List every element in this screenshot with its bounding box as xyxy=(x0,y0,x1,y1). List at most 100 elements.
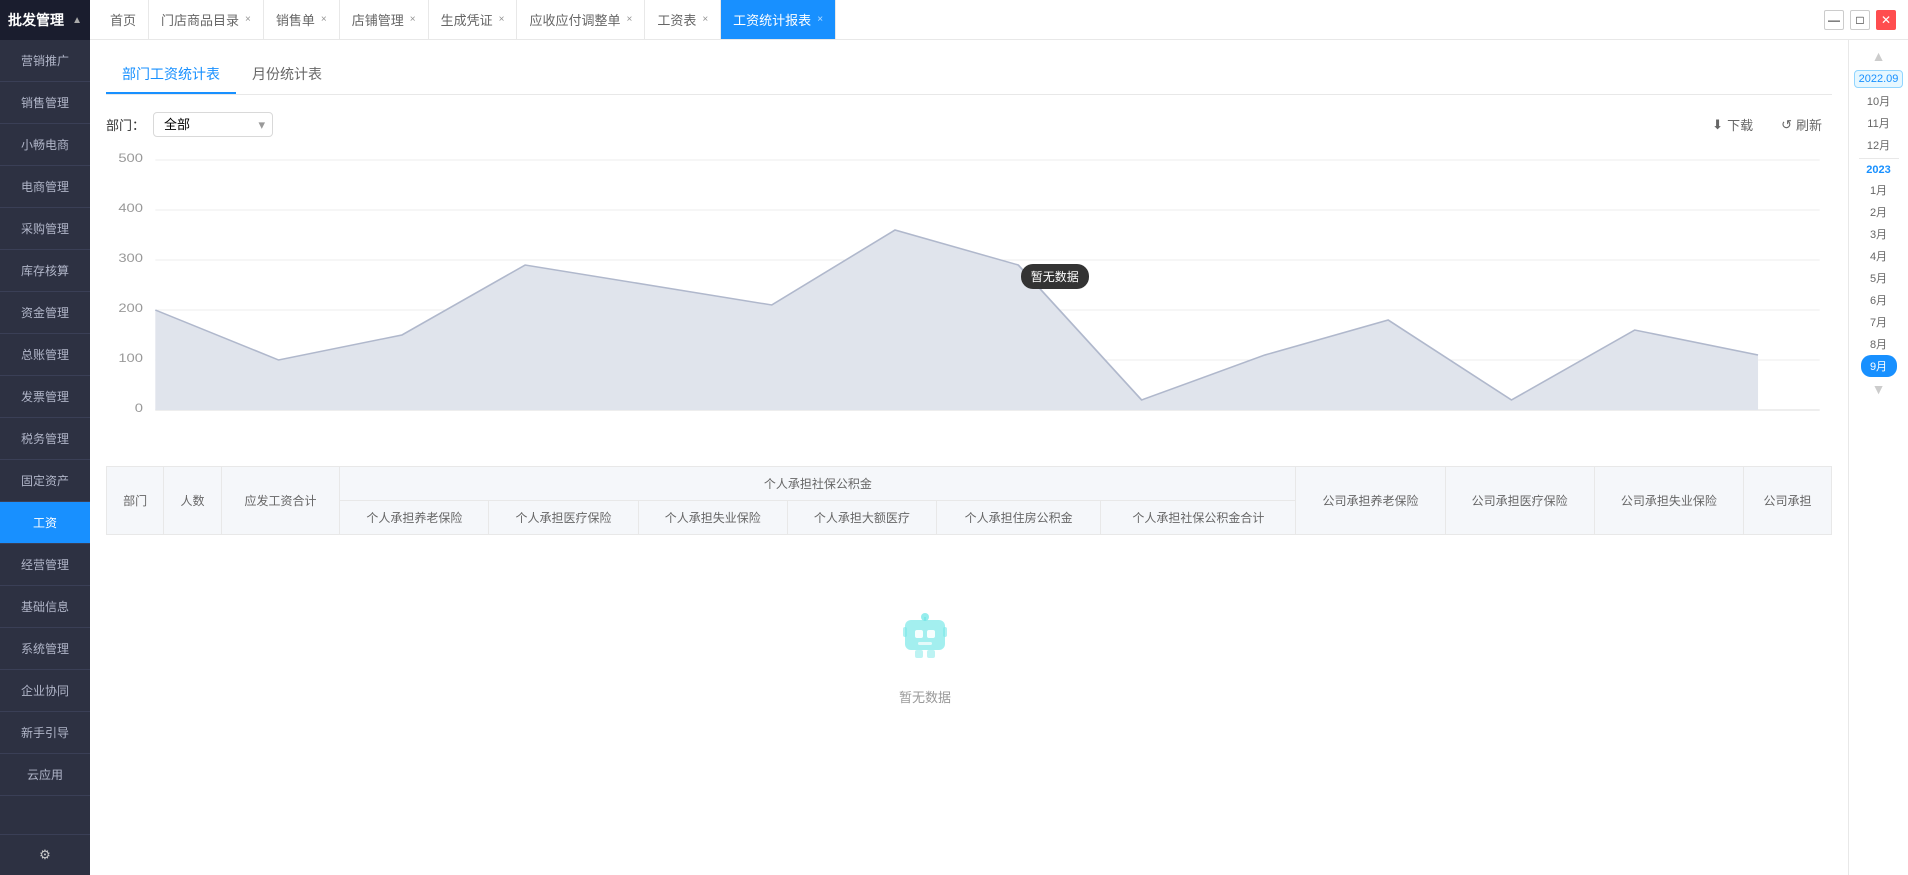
timeline-month-7[interactable]: 7月 xyxy=(1849,311,1908,333)
department-select[interactable]: 全部销售部采购部财务部行政部 xyxy=(153,112,273,137)
minimize-button[interactable]: — xyxy=(1824,10,1844,30)
sidebar-item-6[interactable]: 资金管理 xyxy=(0,292,90,334)
sidebar-item-5[interactable]: 库存核算 xyxy=(0,250,90,292)
sidebar-arrow-icon: ▲ xyxy=(72,15,82,26)
tab-7[interactable]: 工资统计报表× xyxy=(721,0,836,39)
window-controls: — □ ✕ xyxy=(1824,10,1900,30)
download-label: 下载 xyxy=(1727,115,1753,134)
sidebar-item-3[interactable]: 电商管理 xyxy=(0,166,90,208)
data-table-wrapper: 部门 人数 应发工资合计 个人承担社保公积金 公司承担养老保险 公司承担医疗保险… xyxy=(106,466,1832,726)
tab-close-icon-3[interactable]: × xyxy=(410,14,416,25)
close-window-button[interactable]: ✕ xyxy=(1876,10,1896,30)
sidebar-item-16[interactable]: 新手引导 xyxy=(0,712,90,754)
col-p-unemploy: 个人承担失业保险 xyxy=(638,501,787,535)
col-total-salary: 应发工资合计 xyxy=(221,467,340,535)
timeline-month-9[interactable]: 9月 xyxy=(1861,355,1897,377)
timeline-month-10[interactable]: 10月 xyxy=(1849,90,1908,112)
sub-tab-1[interactable]: 月份统计表 xyxy=(236,56,338,94)
chart-svg: 500 400 300 200 100 0 xyxy=(106,150,1832,450)
refresh-button[interactable]: ↺ 刷新 xyxy=(1771,111,1832,138)
sub-tabs: 部门工资统计表月份统计表 xyxy=(106,56,1832,95)
tab-2[interactable]: 销售单× xyxy=(264,0,340,39)
sidebar: 批发管理 ▲ 营销推广销售管理小畅电商电商管理采购管理库存核算资金管理总账管理发… xyxy=(0,0,90,875)
tab-close-icon-7[interactable]: × xyxy=(817,14,823,25)
filter-row: 部门： 全部销售部采购部财务部行政部 xyxy=(106,112,273,137)
tab-close-icon-4[interactable]: × xyxy=(499,14,505,25)
timeline-up-icon[interactable]: ▲ xyxy=(1868,44,1890,68)
col-p-medical: 个人承担医疗保险 xyxy=(489,501,638,535)
tab-bar: 首页门店商品目录×销售单×店铺管理×生成凭证×应收应付调整单×工资表×工资统计报… xyxy=(90,0,1908,40)
sidebar-item-1[interactable]: 销售管理 xyxy=(0,82,90,124)
svg-text:400: 400 xyxy=(118,201,143,214)
timeline-month-5[interactable]: 5月 xyxy=(1849,267,1908,289)
col-company-medical: 公司承担医疗保险 xyxy=(1445,467,1594,535)
tab-1[interactable]: 门店商品目录× xyxy=(149,0,264,39)
sidebar-item-11[interactable]: 工资 xyxy=(0,502,90,544)
tab-close-icon-6[interactable]: × xyxy=(702,14,708,25)
sidebar-item-15[interactable]: 企业协同 xyxy=(0,670,90,712)
sidebar-item-2[interactable]: 小畅电商 xyxy=(0,124,90,166)
toolbar-row: 部门： 全部销售部采购部财务部行政部 ⬇ 下载 ↺ 刷新 xyxy=(106,111,1832,138)
col-department: 部门 xyxy=(107,467,164,535)
timeline-panel: ▲ 2022.09 10月 11月 12月 2023 1月 2月 3月 4月 5… xyxy=(1848,40,1908,875)
tab-close-icon-1[interactable]: × xyxy=(245,14,251,25)
col-personal-social: 个人承担社保公积金 xyxy=(340,467,1296,501)
timeline-month-8[interactable]: 8月 xyxy=(1849,333,1908,355)
tab-4[interactable]: 生成凭证× xyxy=(429,0,518,39)
svg-text:200: 200 xyxy=(118,301,143,314)
timeline-month-6[interactable]: 6月 xyxy=(1849,289,1908,311)
timeline-month-4[interactable]: 4月 xyxy=(1849,245,1908,267)
timeline-down-icon[interactable]: ▼ xyxy=(1868,377,1890,401)
col-company-unemploy: 公司承担失业保险 xyxy=(1594,467,1743,535)
sidebar-header[interactable]: 批发管理 ▲ xyxy=(0,0,90,40)
timeline-year-2023[interactable]: 2023 xyxy=(1849,161,1908,179)
page-content: 部门工资统计表月份统计表 部门： 全部销售部采购部财务部行政部 ⬇ 下载 ↺ xyxy=(90,40,1848,875)
tab-close-icon-5[interactable]: × xyxy=(626,14,632,25)
action-buttons: ⬇ 下载 ↺ 刷新 xyxy=(1702,111,1832,138)
sidebar-item-8[interactable]: 发票管理 xyxy=(0,376,90,418)
sidebar-item-12[interactable]: 经营管理 xyxy=(0,544,90,586)
svg-text:0: 0 xyxy=(135,401,143,414)
col-headcount: 人数 xyxy=(164,467,221,535)
col-p-pension: 个人承担养老保险 xyxy=(340,501,489,535)
gear-icon: ⚙ xyxy=(39,847,51,862)
download-button[interactable]: ⬇ 下载 xyxy=(1702,111,1763,138)
tab-3[interactable]: 店铺管理× xyxy=(340,0,429,39)
empty-text: 暂无数据 xyxy=(899,687,951,706)
sidebar-item-14[interactable]: 系统管理 xyxy=(0,628,90,670)
tab-close-icon-2[interactable]: × xyxy=(321,14,327,25)
sidebar-item-13[interactable]: 基础信息 xyxy=(0,586,90,628)
timeline-year-badge[interactable]: 2022.09 xyxy=(1854,70,1904,88)
maximize-button[interactable]: □ xyxy=(1850,10,1870,30)
sidebar-item-10[interactable]: 固定资产 xyxy=(0,460,90,502)
timeline-month-1[interactable]: 1月 xyxy=(1849,179,1908,201)
col-p-housing: 个人承担住房公积金 xyxy=(936,501,1100,535)
sub-tab-0[interactable]: 部门工资统计表 xyxy=(106,56,236,94)
sidebar-item-9[interactable]: 税务管理 xyxy=(0,418,90,460)
svg-text:100: 100 xyxy=(118,351,143,364)
svg-text:500: 500 xyxy=(118,151,143,164)
chart-tooltip: 暂无数据 xyxy=(1021,264,1089,289)
timeline-month-11[interactable]: 11月 xyxy=(1849,112,1908,134)
tab-6[interactable]: 工资表× xyxy=(645,0,721,39)
timeline-month-2[interactable]: 2月 xyxy=(1849,201,1908,223)
sidebar-settings[interactable]: ⚙ xyxy=(0,834,90,875)
col-p-total: 个人承担社保公积金合计 xyxy=(1101,501,1296,535)
svg-text:300: 300 xyxy=(118,251,143,264)
chart-container: 500 400 300 200 100 0 暂 xyxy=(106,150,1832,450)
sidebar-item-17[interactable]: 云应用 xyxy=(0,754,90,796)
department-select-wrapper: 全部销售部采购部财务部行政部 xyxy=(153,112,273,137)
table-empty-row: 暂无数据 xyxy=(107,535,1832,727)
sidebar-item-4[interactable]: 采购管理 xyxy=(0,208,90,250)
timeline-month-12[interactable]: 12月 xyxy=(1849,134,1908,156)
sidebar-item-7[interactable]: 总账管理 xyxy=(0,334,90,376)
content-area: 部门工资统计表月份统计表 部门： 全部销售部采购部财务部行政部 ⬇ 下载 ↺ xyxy=(90,40,1908,875)
refresh-label: 刷新 xyxy=(1796,115,1822,134)
col-p-bigmed: 个人承担大额医疗 xyxy=(787,501,936,535)
sidebar-title: 批发管理 xyxy=(8,10,64,30)
col-company-other: 公司承担 xyxy=(1743,467,1831,535)
timeline-month-3[interactable]: 3月 xyxy=(1849,223,1908,245)
sidebar-item-0[interactable]: 营销推广 xyxy=(0,40,90,82)
tab-0[interactable]: 首页 xyxy=(98,0,149,39)
tab-5[interactable]: 应收应付调整单× xyxy=(517,0,645,39)
